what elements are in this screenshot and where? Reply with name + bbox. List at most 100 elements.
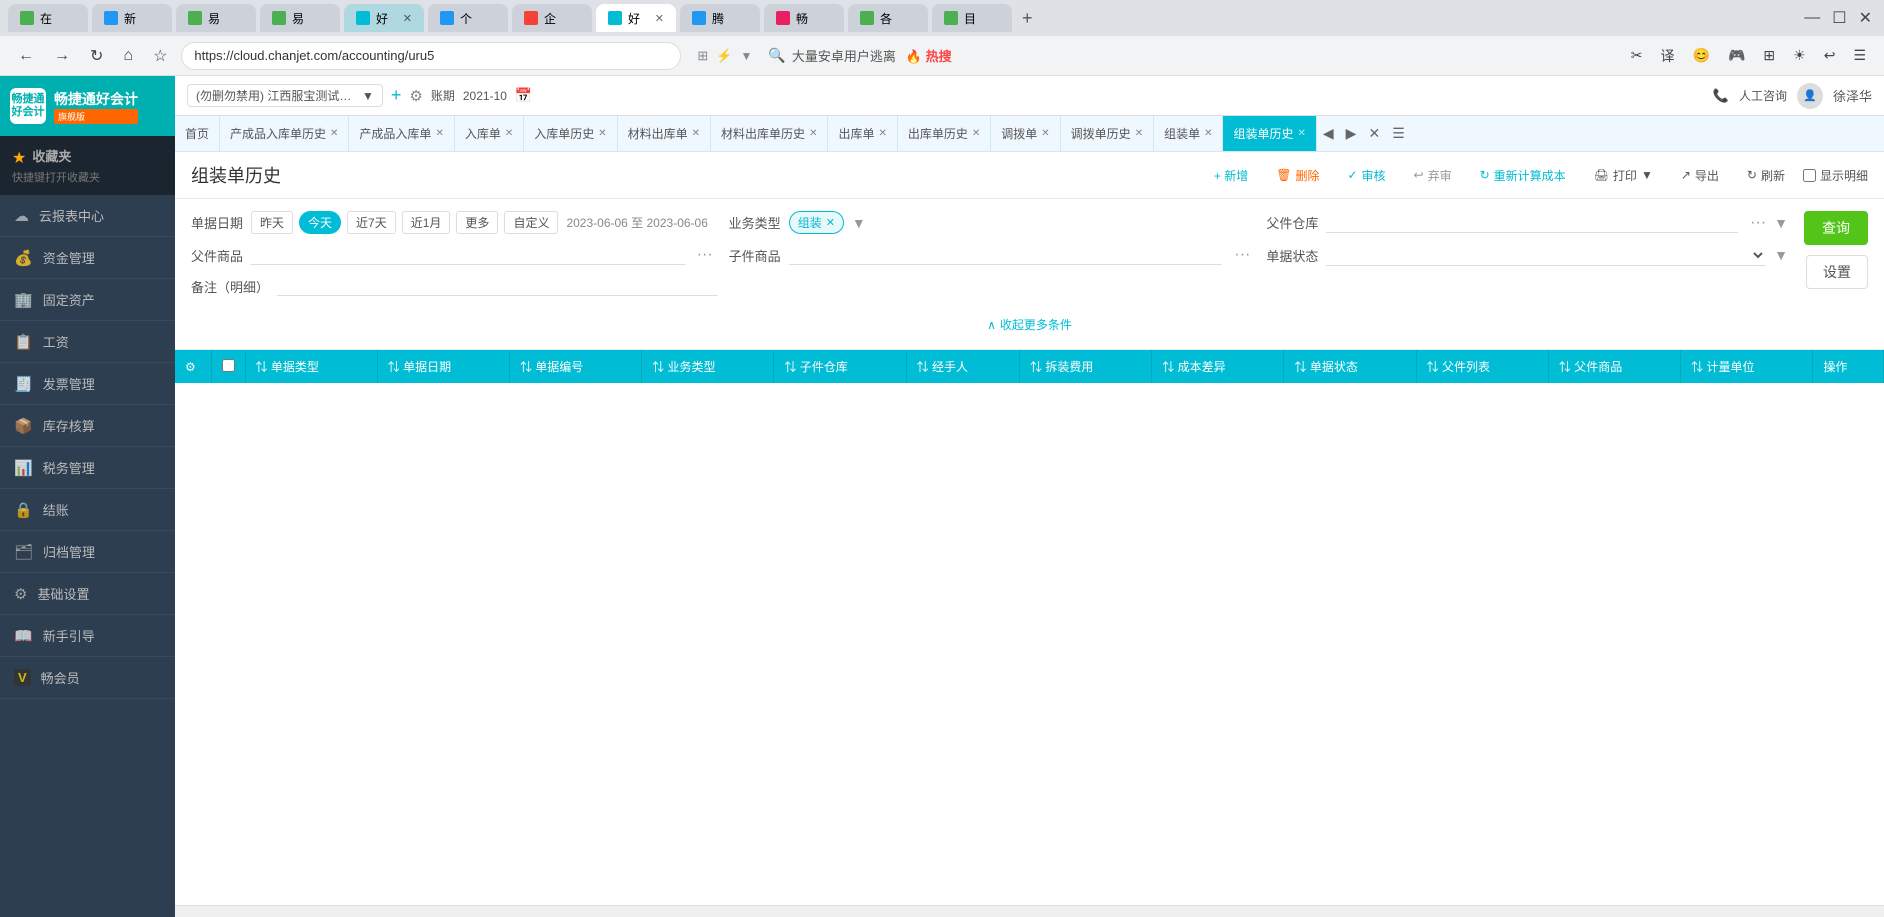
parent-warehouse-arrow[interactable]: ▼ <box>1774 215 1788 231</box>
calendar-icon[interactable]: 📅 <box>515 87 532 104</box>
child-goods-dots[interactable]: ··· <box>1234 246 1250 264</box>
browser-tab-2[interactable]: 新 <box>92 4 172 32</box>
address-input[interactable] <box>181 42 681 70</box>
sidebar-item-archive[interactable]: 🗂 归档管理 <box>0 531 175 573</box>
query-button[interactable]: 查询 <box>1804 211 1868 245</box>
tab-prod-in-close[interactable]: ✕ <box>435 128 443 139</box>
th-biz-type[interactable]: ⇅ 业务类型 <box>642 350 774 383</box>
dropdown-icon[interactable]: ▼ <box>741 49 753 63</box>
add-company-button[interactable]: + <box>391 85 402 106</box>
tab-menu-btn[interactable]: ☰ <box>1386 125 1411 142</box>
th-bill-date[interactable]: ⇅ 单据日期 <box>377 350 509 383</box>
browser-tab-11[interactable]: 各 <box>848 4 928 32</box>
browser-tab-7[interactable]: 企 <box>512 4 592 32</box>
delete-button[interactable]: 🗑 删除 <box>1266 163 1329 188</box>
child-goods-input[interactable] <box>789 245 1223 265</box>
th-bill-no[interactable]: ⇅ 单据编号 <box>509 350 641 383</box>
tab-prod-in-hist-close[interactable]: ✕ <box>330 128 338 139</box>
business-type-dropdown[interactable]: ▼ <box>852 215 866 231</box>
filter-settings-button[interactable]: 设置 <box>1806 255 1868 289</box>
sun-tool[interactable]: ☀ <box>1787 45 1812 66</box>
sidebar-item-guide[interactable]: 📖 新手引导 <box>0 615 175 657</box>
th-disassembly-fee[interactable]: ⇅ 拆装费用 <box>1020 350 1152 383</box>
th-bill-status[interactable]: ⇅ 单据状态 <box>1284 350 1416 383</box>
tab-home[interactable]: 首页 <box>175 116 220 152</box>
parent-goods-dots[interactable]: ··· <box>697 246 713 264</box>
unapprove-button[interactable]: ↩ 弃审 <box>1404 163 1462 188</box>
parent-warehouse-dots[interactable]: ··· <box>1750 214 1766 232</box>
tab-assembly-close[interactable]: ✕ <box>1041 128 1049 139</box>
home-button[interactable]: ⌂ <box>117 45 139 67</box>
tab-mat-out-hist[interactable]: 材料出库单历史 ✕ <box>711 116 828 152</box>
date-more-btn[interactable]: 更多 <box>456 211 498 234</box>
browser-tab-6[interactable]: 个 <box>428 4 508 32</box>
tab-out-hist[interactable]: 出库单历史 ✕ <box>898 116 991 152</box>
date-today-btn[interactable]: 今天 <box>299 211 341 234</box>
emoji-tool[interactable]: 😊 <box>1687 45 1716 66</box>
sidebar-item-cloud-report[interactable]: ☁ 云报表中心 <box>0 195 175 237</box>
menu-tool[interactable]: ☰ <box>1847 45 1872 66</box>
back-button[interactable]: ← <box>12 45 40 67</box>
tab-bundle-hist-close[interactable]: ✕ <box>1298 128 1306 139</box>
sidebar-item-payroll[interactable]: 📋 工资 <box>0 321 175 363</box>
scissors-tool[interactable]: ✂ <box>1625 45 1649 66</box>
date-7days-btn[interactable]: 近7天 <box>347 211 396 234</box>
tab-assembly[interactable]: 调拨单 ✕ <box>991 116 1060 152</box>
browser-tab-10[interactable]: 畅 <box>764 4 844 32</box>
hot-search-label[interactable]: 🔥 热搜 <box>906 46 952 65</box>
tab-in-bill-close[interactable]: ✕ <box>505 128 513 139</box>
grid-tool[interactable]: ⊞ <box>1757 45 1781 66</box>
select-all-checkbox[interactable] <box>222 359 235 372</box>
parent-warehouse-input[interactable] <box>1326 213 1738 233</box>
tab-close-all[interactable]: ✕ <box>1362 125 1386 142</box>
tab-prod-in[interactable]: 产成品入库单 ✕ <box>349 116 454 152</box>
horizontal-scrollbar[interactable] <box>175 905 1884 917</box>
tab-close-8[interactable]: ✕ <box>655 12 664 25</box>
th-bill-type[interactable]: ⇅ 单据类型 <box>245 350 377 383</box>
bill-status-select[interactable] <box>1326 244 1766 266</box>
game-tool[interactable]: 🎮 <box>1722 45 1751 66</box>
business-type-tag-close[interactable]: ✕ <box>826 216 835 229</box>
sidebar-item-membership[interactable]: V 畅会员 <box>0 657 175 699</box>
export-button[interactable]: ↗ 导出 <box>1671 163 1729 188</box>
tab-in-hist[interactable]: 入库单历史 ✕ <box>524 116 617 152</box>
tab-out-hist-close[interactable]: ✕ <box>972 128 980 139</box>
date-1month-btn[interactable]: 近1月 <box>402 211 451 234</box>
translate-tool[interactable]: 译 <box>1655 44 1681 68</box>
tab-assembly-hist-close[interactable]: ✕ <box>1135 128 1143 139</box>
tab-bundle[interactable]: 组装单 ✕ <box>1154 116 1223 152</box>
browser-tab-4[interactable]: 易 <box>260 4 340 32</box>
reload-button[interactable]: ↻ <box>84 44 109 68</box>
tab-in-hist-close[interactable]: ✕ <box>598 128 606 139</box>
settings-gear-button[interactable]: ⚙ <box>409 87 422 105</box>
undo-tool[interactable]: ↩ <box>1818 45 1842 66</box>
approve-button[interactable]: ✓ 审核 <box>1337 163 1395 188</box>
sidebar-item-fund-mgmt[interactable]: 💰 资金管理 <box>0 237 175 279</box>
th-parent-list[interactable]: ⇅ 父件列表 <box>1416 350 1548 383</box>
tab-bundle-close[interactable]: ✕ <box>1204 128 1212 139</box>
th-unit[interactable]: ⇅ 计量单位 <box>1681 350 1813 383</box>
sidebar-item-invoice[interactable]: 🧾 发票管理 <box>0 363 175 405</box>
tab-close-5[interactable]: ✕ <box>403 12 412 25</box>
add-button[interactable]: + 新增 <box>1204 163 1258 188</box>
tab-mat-out[interactable]: 材料出库单 ✕ <box>618 116 711 152</box>
browser-tab-9[interactable]: 腾 <box>680 4 760 32</box>
sidebar-item-tax[interactable]: 📊 税务管理 <box>0 447 175 489</box>
sidebar-item-fixed-assets[interactable]: 🏢 固定资产 <box>0 279 175 321</box>
parent-goods-input[interactable] <box>251 245 685 265</box>
recalculate-button[interactable]: ↻ 重新计算成本 <box>1470 163 1576 188</box>
maximize-button[interactable]: ☐ <box>1828 6 1850 30</box>
browser-tab-8[interactable]: 好 ✕ <box>596 4 676 32</box>
sidebar-item-closing[interactable]: 🔒 结账 <box>0 489 175 531</box>
show-detail-checkbox[interactable] <box>1803 169 1816 182</box>
tab-scroll-left[interactable]: ◀ <box>1317 125 1340 142</box>
tab-assembly-hist[interactable]: 调拨单历史 ✕ <box>1061 116 1154 152</box>
tab-prod-in-hist[interactable]: 产成品入库单历史 ✕ <box>220 116 349 152</box>
tab-in-bill[interactable]: 入库单 ✕ <box>455 116 524 152</box>
print-button[interactable]: 🖨 打印 ▼ <box>1584 163 1663 188</box>
th-parent-goods[interactable]: ⇅ 父件商品 <box>1548 350 1680 383</box>
tab-scroll-right[interactable]: ▶ <box>1340 125 1363 142</box>
th-handler[interactable]: ⇅ 经手人 <box>906 350 1019 383</box>
tab-out[interactable]: 出库单 ✕ <box>828 116 897 152</box>
collapse-button[interactable]: ∧ 收起更多条件 <box>975 312 1084 337</box>
